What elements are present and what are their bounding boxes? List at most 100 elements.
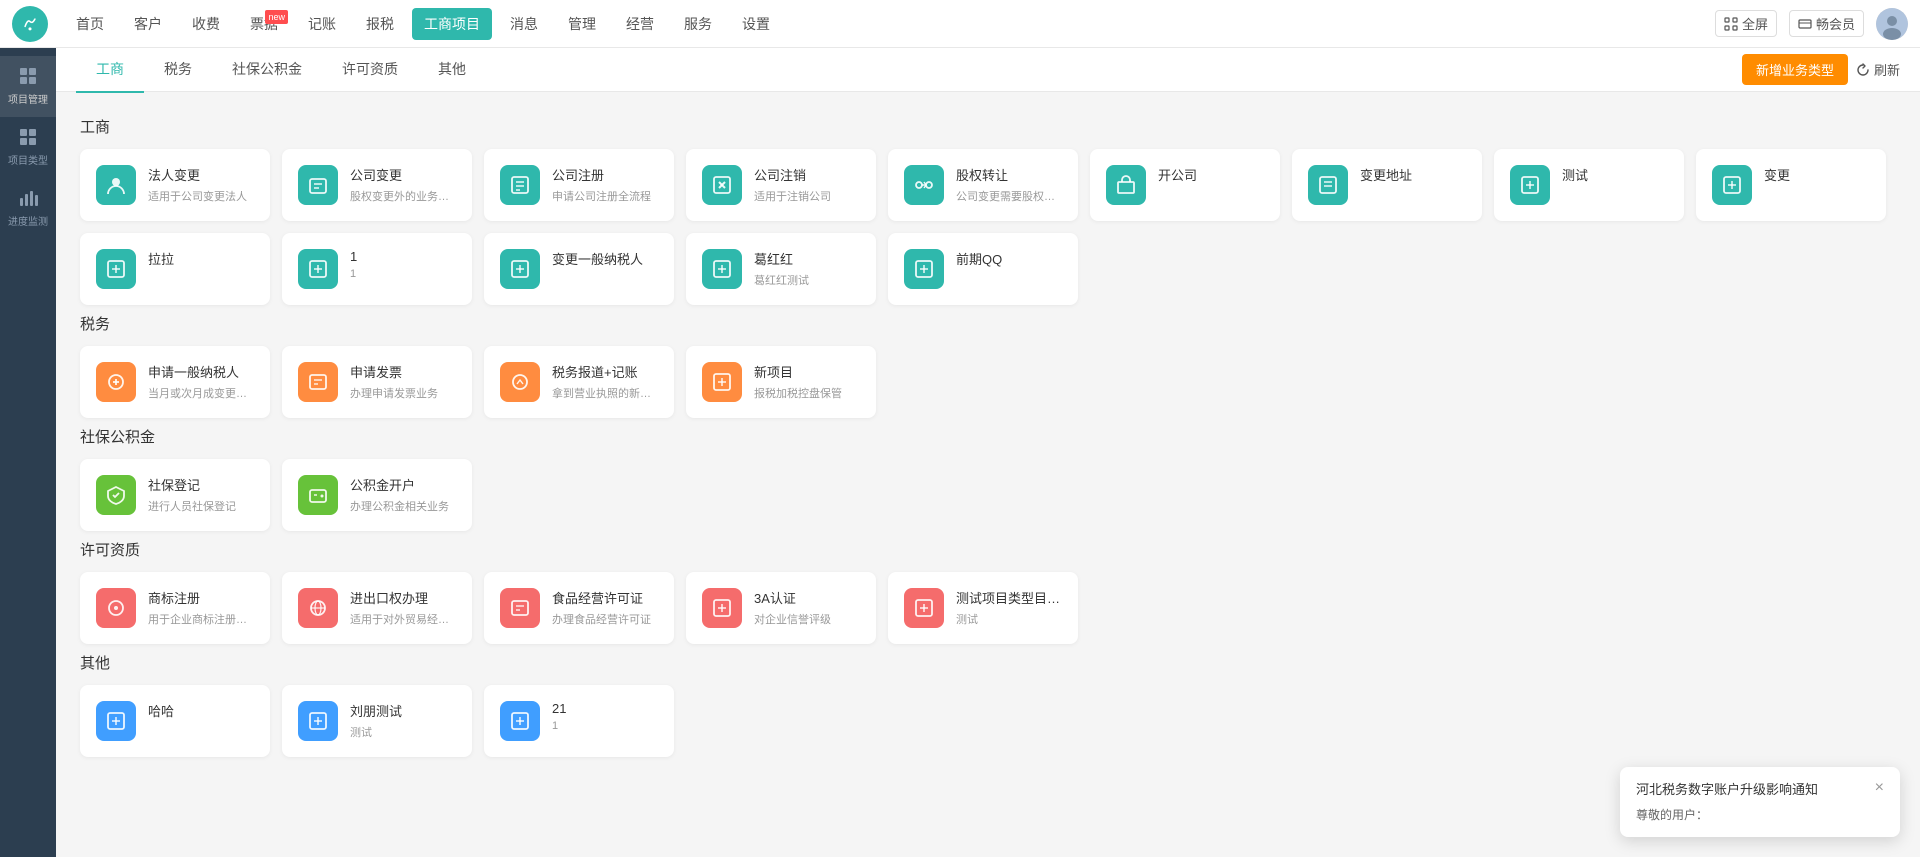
nav-items: 首页 客户 收费 票据 new 记账 报税 工商项目 消息 管理 经营 服务 设… [64, 8, 1715, 40]
add-type-button[interactable]: 新增业务类型 [1742, 54, 1848, 85]
user-avatar[interactable] [1876, 8, 1908, 40]
card-icon-import-export [298, 588, 338, 628]
card-name-company-register: 公司注册 [552, 165, 658, 184]
card-icon-company-change [298, 165, 338, 205]
card-change2[interactable]: 变更 [1696, 149, 1886, 221]
card-test-type[interactable]: 测试项目类型目定义 测试 [888, 572, 1078, 644]
card-mohonghong[interactable]: 葛红红 葛红红测试 [686, 233, 876, 305]
card-import-export[interactable]: 进出口权办理 适用于对外贸易经营者 [282, 572, 472, 644]
nav-operation[interactable]: 经营 [614, 8, 666, 40]
card-icon-test [1510, 165, 1550, 205]
card-name-change-tax: 变更一般纳税人 [552, 249, 658, 268]
card-icon-food-license [500, 588, 540, 628]
card-company-change[interactable]: 公司变更 股权变更外的业务变更 [282, 149, 472, 221]
card-test[interactable]: 测试 [1494, 149, 1684, 221]
card-change-address[interactable]: 变更地址 [1292, 149, 1482, 221]
card-qianqi-qq[interactable]: 前期QQ [888, 233, 1078, 305]
card-icon-test-type [904, 588, 944, 628]
notif-title: 河北税务数字账户升级影响通知 [1636, 779, 1818, 798]
card-name-haha: 哈哈 [148, 701, 254, 720]
refresh-button[interactable]: 刷新 [1856, 60, 1900, 79]
card-3a-cert[interactable]: 3A认证 对企业信誉评级 [686, 572, 876, 644]
logo[interactable] [12, 6, 48, 42]
card-name-apply-invoice: 申请发票 [350, 362, 456, 381]
card-twenty-one[interactable]: 21 1 [484, 685, 674, 757]
sidebar-item-project-manage[interactable]: 项目管理 [0, 56, 56, 117]
nav-service[interactable]: 服务 [672, 8, 724, 40]
nav-customer[interactable]: 客户 [122, 8, 174, 40]
nav-accounting[interactable]: 记账 [296, 8, 348, 40]
card-equity-transfer[interactable]: 股权转让 公司变更需要股权转让 [888, 149, 1078, 221]
card-name-equity-transfer: 股权转让 [956, 165, 1062, 184]
tab-shebao[interactable]: 社保公积金 [212, 47, 322, 93]
sidebar-item-project-type[interactable]: 项目类型 [0, 117, 56, 178]
card-name-3a-cert: 3A认证 [754, 588, 860, 607]
section-shuiwu: 税务 申请一般纳税人 当月或次月成变更完成 申请发票 [80, 313, 1896, 418]
nav-message[interactable]: 消息 [498, 8, 550, 40]
card-desc-company-register: 申请公司注册全流程 [552, 188, 658, 204]
card-social-security[interactable]: 社保登记 进行人员社保登记 [80, 459, 270, 531]
card-new-project[interactable]: 新项目 报税加税控盘保管 [686, 346, 876, 418]
section-title-shuiwu: 税务 [80, 313, 1896, 334]
card-lala[interactable]: 拉拉 [80, 233, 270, 305]
fullscreen-button[interactable]: 全屏 [1715, 10, 1777, 37]
card-change-tax[interactable]: 变更一般纳税人 [484, 233, 674, 305]
card-company-cancel[interactable]: 公司注销 适用于注销公司 [686, 149, 876, 221]
top-nav-right: 全屏 畅会员 [1715, 8, 1908, 40]
card-desc-3a-cert: 对企业信誉评级 [754, 611, 860, 627]
card-icon-change2 [1712, 165, 1752, 205]
card-desc-import-export: 适用于对外贸易经营者 [350, 611, 456, 627]
card-icon-legal-change [96, 165, 136, 205]
card-name-test-type: 测试项目类型目定义 [956, 588, 1062, 607]
new-badge: new [265, 10, 288, 24]
tab-shuiwu[interactable]: 税务 [144, 47, 212, 93]
card-icon-twenty-one [500, 701, 540, 741]
card-one[interactable]: 1 1 [282, 233, 472, 305]
section-gongshang: 工商 法人变更 适用于公司变更法人 [80, 116, 1896, 305]
card-name-apply-tax: 申请一般纳税人 [148, 362, 254, 381]
card-open-company[interactable]: 开公司 [1090, 149, 1280, 221]
card-legal-change[interactable]: 法人变更 适用于公司变更法人 [80, 149, 270, 221]
sidebar-item-progress-monitor[interactable]: 进度监测 [0, 178, 56, 239]
vip-button[interactable]: 畅会员 [1789, 10, 1864, 37]
nav-invoice[interactable]: 票据 new [238, 8, 290, 40]
card-apply-invoice[interactable]: 申请发票 办理申请发票业务 [282, 346, 472, 418]
card-name-tax-bookkeeping: 税务报道+记账 [552, 362, 658, 381]
tab-xuke[interactable]: 许可资质 [322, 47, 418, 93]
card-name-lala: 拉拉 [148, 249, 254, 268]
sidebar-label-progress-monitor: 进度监测 [8, 217, 48, 229]
tab-other[interactable]: 其他 [418, 47, 486, 93]
card-tax-bookkeeping[interactable]: 税务报道+记账 拿到营业执照的新公司 [484, 346, 674, 418]
card-fund-account[interactable]: 公积金开户 办理公积金相关业务 [282, 459, 472, 531]
card-liupeng-test[interactable]: 刘朋测试 测试 [282, 685, 472, 757]
card-name-import-export: 进出口权办理 [350, 588, 456, 607]
nav-bizproject[interactable]: 工商项目 [412, 8, 492, 40]
nav-billing[interactable]: 收费 [180, 8, 232, 40]
tabs-bar: 工商 税务 社保公积金 许可资质 其他 新增业务类型 刷新 [56, 48, 1920, 92]
card-desc-apply-tax: 当月或次月成变更完成 [148, 385, 254, 401]
card-desc-tax-bookkeeping: 拿到营业执照的新公司 [552, 385, 658, 401]
notif-close-button[interactable]: × [1875, 779, 1884, 797]
card-name-legal-change: 法人变更 [148, 165, 254, 184]
nav-settings[interactable]: 设置 [730, 8, 782, 40]
top-nav: 首页 客户 收费 票据 new 记账 报税 工商项目 消息 管理 经营 服务 设… [0, 0, 1920, 48]
nav-home[interactable]: 首页 [64, 8, 116, 40]
card-icon-apply-invoice [298, 362, 338, 402]
main-content: 工商 税务 社保公积金 许可资质 其他 新增业务类型 刷新 工商 [56, 48, 1920, 857]
card-name-change2: 变更 [1764, 165, 1870, 184]
card-icon-tax-bookkeeping [500, 362, 540, 402]
card-icon-fund-account [298, 475, 338, 515]
card-food-license[interactable]: 食品经营许可证 办理食品经营许可证 [484, 572, 674, 644]
card-name-liupeng-test: 刘朋测试 [350, 701, 456, 720]
nav-manage[interactable]: 管理 [556, 8, 608, 40]
card-haha[interactable]: 哈哈 [80, 685, 270, 757]
card-company-register[interactable]: 公司注册 申请公司注册全流程 [484, 149, 674, 221]
tab-gongshang[interactable]: 工商 [76, 47, 144, 93]
card-name-social-security: 社保登记 [148, 475, 254, 494]
card-trademark[interactable]: 商标注册 用于企业商标注册服务 [80, 572, 270, 644]
cards-grid-xuke: 商标注册 用于企业商标注册服务 进出口权办理 适用于对外贸易经营者 [80, 572, 1896, 644]
nav-tax[interactable]: 报税 [354, 8, 406, 40]
card-name-food-license: 食品经营许可证 [552, 588, 658, 607]
cards-grid-shebao: 社保登记 进行人员社保登记 公积金开户 办理公积金相关业务 [80, 459, 1896, 531]
card-apply-tax[interactable]: 申请一般纳税人 当月或次月成变更完成 [80, 346, 270, 418]
